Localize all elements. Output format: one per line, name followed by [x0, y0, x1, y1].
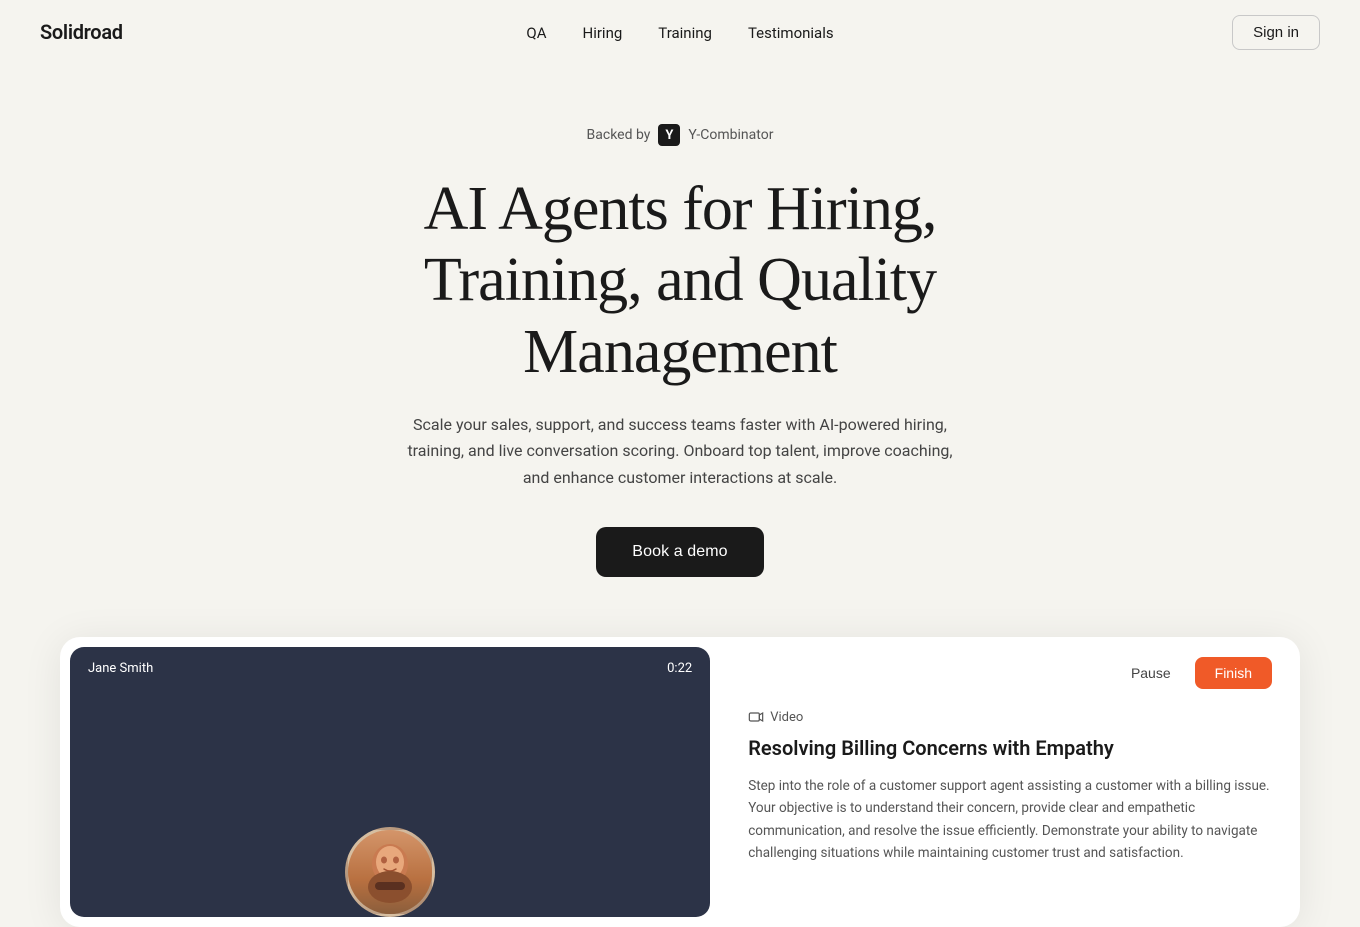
content-title: Resolving Billing Concerns with Empathy: [748, 735, 1272, 761]
content-description: Step into the role of a customer support…: [748, 775, 1272, 864]
video-icon: [748, 709, 764, 725]
hero-subtitle: Scale your sales, support, and success t…: [400, 412, 960, 491]
info-panel-topbar: Pause Finish: [748, 657, 1272, 689]
nav-link-training[interactable]: Training: [658, 24, 712, 42]
nav-link-testimonials[interactable]: Testimonials: [748, 24, 834, 42]
pause-button[interactable]: Pause: [1117, 659, 1185, 687]
hero-section: Backed by Y Y-Combinator AI Agents for H…: [0, 64, 1360, 617]
demo-card: Jane Smith 0:22: [60, 637, 1300, 927]
avatar-illustration: [355, 832, 425, 912]
video-user-name: Jane Smith: [88, 661, 153, 676]
nav-links: QA Hiring Training Testimonials: [526, 23, 833, 42]
video-panel: Jane Smith 0:22: [70, 647, 710, 917]
sign-in-button[interactable]: Sign in: [1232, 15, 1320, 50]
avatar: [345, 827, 435, 917]
demo-section: Jane Smith 0:22: [0, 617, 1360, 927]
hero-title: AI Agents for Hiring, Training, and Qual…: [310, 174, 1050, 388]
brand-logo[interactable]: Solidroad: [40, 20, 123, 44]
info-panel: Pause Finish Video Resolving Billing Con…: [720, 637, 1300, 927]
backed-by-label: Backed by: [587, 127, 651, 143]
book-demo-button[interactable]: Book a demo: [596, 527, 763, 577]
finish-button[interactable]: Finish: [1195, 657, 1272, 689]
yc-icon: Y: [658, 124, 680, 146]
video-avatar-area: [70, 676, 710, 917]
video-topbar: Jane Smith 0:22: [70, 647, 710, 676]
navbar: Solidroad QA Hiring Training Testimonial…: [0, 0, 1360, 64]
video-timer: 0:22: [667, 661, 692, 676]
backed-by-badge: Backed by Y Y-Combinator: [587, 124, 774, 146]
avatar-face: [348, 830, 432, 914]
nav-link-qa[interactable]: QA: [526, 24, 546, 42]
content-type-label: Video: [748, 709, 1272, 725]
nav-link-hiring[interactable]: Hiring: [583, 24, 623, 42]
yc-name: Y-Combinator: [688, 127, 773, 143]
